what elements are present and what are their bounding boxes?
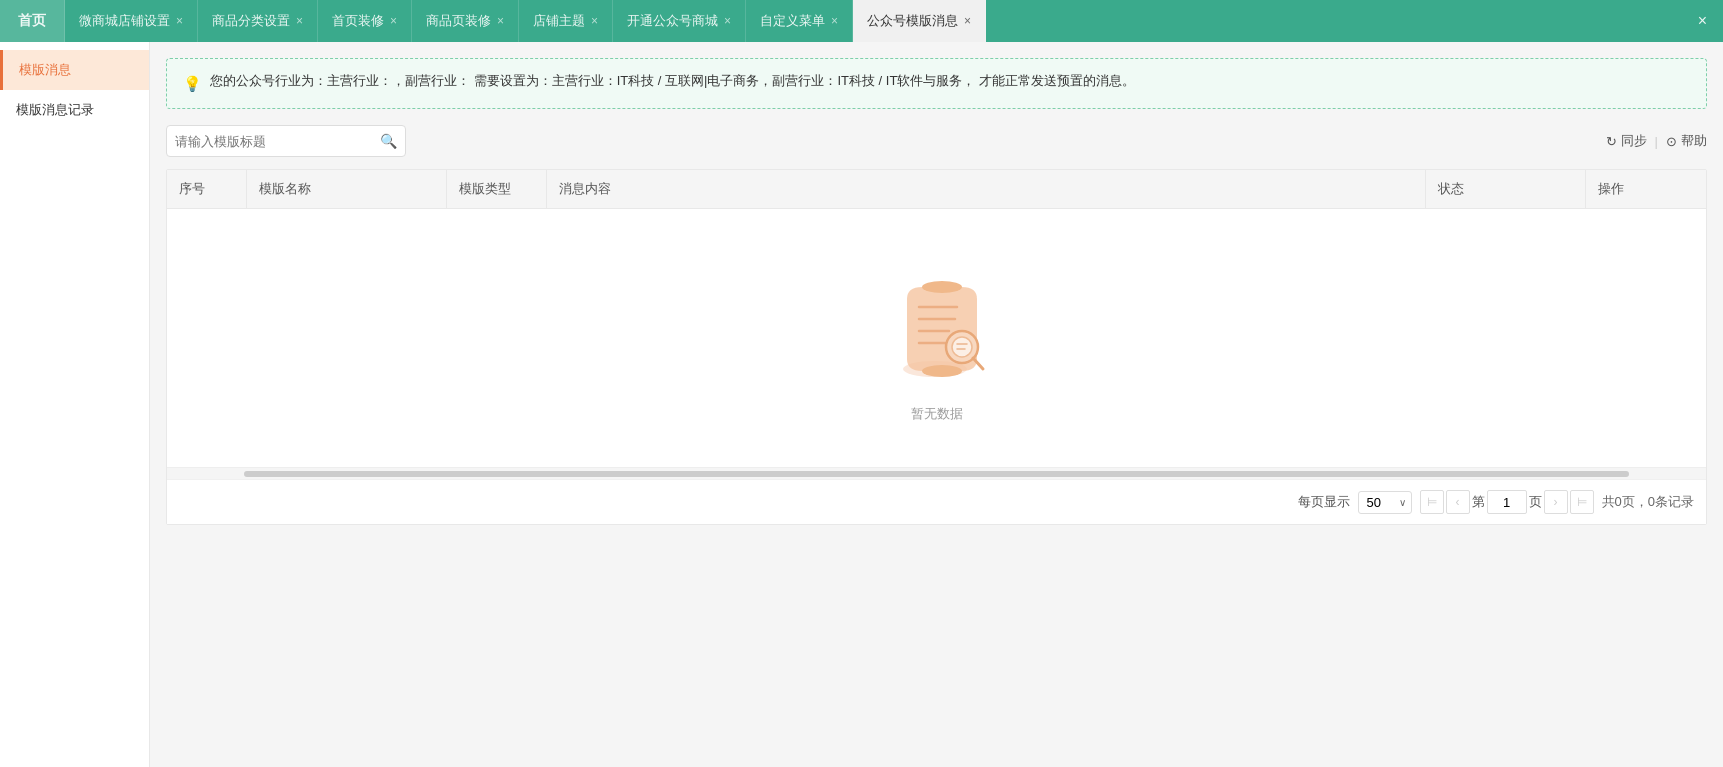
- table-header: 序号 模版名称 模版类型 消息内容 状态 操作: [167, 170, 1706, 209]
- page-navigation: ⊨ ‹ 第 页 › ⊨: [1420, 490, 1594, 514]
- nav-tab-template-msg[interactable]: 公众号模版消息 ×: [853, 0, 986, 42]
- nav-tab-custom-menu-label: 自定义菜单: [760, 12, 825, 30]
- nav-tab-shop-theme-label: 店铺主题: [533, 12, 585, 30]
- search-bar: 🔍 ↻ 同步 | ⊙ 帮助: [166, 125, 1707, 157]
- pagination: 每页显示 50 10 20 100 ⊨ ‹ 第 页: [167, 479, 1706, 524]
- help-button[interactable]: ⊙ 帮助: [1666, 132, 1707, 150]
- page-number-input[interactable]: [1487, 490, 1527, 514]
- empty-illustration: [877, 269, 997, 389]
- search-input-wrap: 🔍: [166, 125, 406, 157]
- page-word2: 页: [1529, 493, 1542, 511]
- horizontal-scrollbar[interactable]: [167, 467, 1706, 479]
- sidebar-item-template-message[interactable]: 模版消息: [0, 50, 149, 90]
- notice-highlight: 需要设置为：主营行业：IT科技 / 互联网|电子商务，副营行业：IT科技 / I…: [474, 73, 976, 88]
- close-home-decor[interactable]: ×: [390, 14, 397, 28]
- nav-tab-open-mall[interactable]: 开通公众号商城 ×: [613, 0, 746, 42]
- sidebar: 模版消息 模版消息记录: [0, 42, 150, 767]
- total-info: 共0页，0条记录: [1602, 493, 1694, 511]
- svg-point-2: [922, 365, 962, 377]
- bulb-icon: 💡: [183, 72, 202, 96]
- svg-point-8: [952, 337, 972, 357]
- first-page-button[interactable]: ⊨: [1420, 490, 1444, 514]
- close-product-decor[interactable]: ×: [497, 14, 504, 28]
- table: 序号 模版名称 模版类型 消息内容 状态 操作: [166, 169, 1707, 525]
- search-input[interactable]: [175, 134, 380, 149]
- page-input-wrap: [1487, 490, 1527, 514]
- th-name: 模版名称: [247, 170, 447, 208]
- page-size-select[interactable]: 50 10 20 100: [1358, 491, 1412, 514]
- search-icon[interactable]: 🔍: [380, 133, 397, 149]
- help-label: 帮助: [1681, 132, 1707, 150]
- nav-tab-home-decor[interactable]: 首页装修 ×: [318, 0, 412, 42]
- nav-tab-shop-settings-label: 微商城店铺设置: [79, 12, 170, 30]
- last-page-button[interactable]: ⊨: [1570, 490, 1594, 514]
- top-nav: 首页 微商城店铺设置 × 商品分类设置 × 首页装修 × 商品页装修 × 店铺主…: [0, 0, 1723, 42]
- th-action: 操作: [1586, 170, 1706, 208]
- sidebar-item-template-message-log-label: 模版消息记录: [16, 102, 94, 117]
- notice-box: 💡 您的公众号行业为：主营行业：，副营行业： 需要设置为：主营行业：IT科技 /…: [166, 58, 1707, 109]
- th-content: 消息内容: [547, 170, 1426, 208]
- sidebar-item-template-message-label: 模版消息: [19, 62, 71, 77]
- sync-icon: ↻: [1606, 134, 1617, 149]
- nav-tab-shop-settings[interactable]: 微商城店铺设置 ×: [65, 0, 198, 42]
- sync-button[interactable]: ↻ 同步: [1606, 132, 1647, 150]
- notice-text: 您的公众号行业为：主营行业：，副营行业： 需要设置为：主营行业：IT科技 / 互…: [210, 71, 1135, 92]
- help-circle-icon: ⊙: [1666, 134, 1677, 149]
- prev-page-button[interactable]: ‹: [1446, 490, 1470, 514]
- close-template-msg[interactable]: ×: [964, 14, 971, 28]
- nav-tab-product-decor-label: 商品页装修: [426, 12, 491, 30]
- nav-tab-product-decor[interactable]: 商品页装修 ×: [412, 0, 519, 42]
- divider: |: [1655, 134, 1658, 149]
- nav-tab-open-mall-label: 开通公众号商城: [627, 12, 718, 30]
- page-word: 第: [1472, 493, 1485, 511]
- sync-label: 同步: [1621, 132, 1647, 150]
- empty-text: 暂无数据: [911, 405, 963, 423]
- sidebar-item-template-message-log[interactable]: 模版消息记录: [0, 90, 149, 130]
- svg-point-1: [922, 281, 962, 293]
- main-layout: 模版消息 模版消息记录 💡 您的公众号行业为：主营行业：，副营行业： 需要设置为…: [0, 42, 1723, 767]
- nav-tab-category-settings[interactable]: 商品分类设置 ×: [198, 0, 318, 42]
- scrollbar-thumb[interactable]: [244, 471, 1629, 477]
- nav-tab-home-decor-label: 首页装修: [332, 12, 384, 30]
- toolbar-right: ↻ 同步 | ⊙ 帮助: [1606, 132, 1707, 150]
- th-index: 序号: [167, 170, 247, 208]
- close-open-mall[interactable]: ×: [724, 14, 731, 28]
- content-area: 💡 您的公众号行业为：主营行业：，副营行业： 需要设置为：主营行业：IT科技 /…: [150, 42, 1723, 767]
- nav-tab-shop-theme[interactable]: 店铺主题 ×: [519, 0, 613, 42]
- close-shop-settings[interactable]: ×: [176, 14, 183, 28]
- close-category-settings[interactable]: ×: [296, 14, 303, 28]
- nav-tab-home[interactable]: 首页: [0, 0, 65, 42]
- close-all-tabs-button[interactable]: ×: [1682, 12, 1723, 30]
- close-custom-menu[interactable]: ×: [831, 14, 838, 28]
- th-type: 模版类型: [447, 170, 547, 208]
- next-page-button[interactable]: ›: [1544, 490, 1568, 514]
- nav-tab-template-msg-label: 公众号模版消息: [867, 12, 958, 30]
- empty-state: 暂无数据: [167, 209, 1706, 463]
- page-size-label: 每页显示: [1298, 493, 1350, 511]
- nav-tab-home-label: 首页: [18, 12, 46, 30]
- nav-tab-custom-menu[interactable]: 自定义菜单 ×: [746, 0, 853, 42]
- nav-tab-category-settings-label: 商品分类设置: [212, 12, 290, 30]
- page-size-select-wrap[interactable]: 50 10 20 100: [1358, 491, 1412, 514]
- th-status: 状态: [1426, 170, 1586, 208]
- close-shop-theme[interactable]: ×: [591, 14, 598, 28]
